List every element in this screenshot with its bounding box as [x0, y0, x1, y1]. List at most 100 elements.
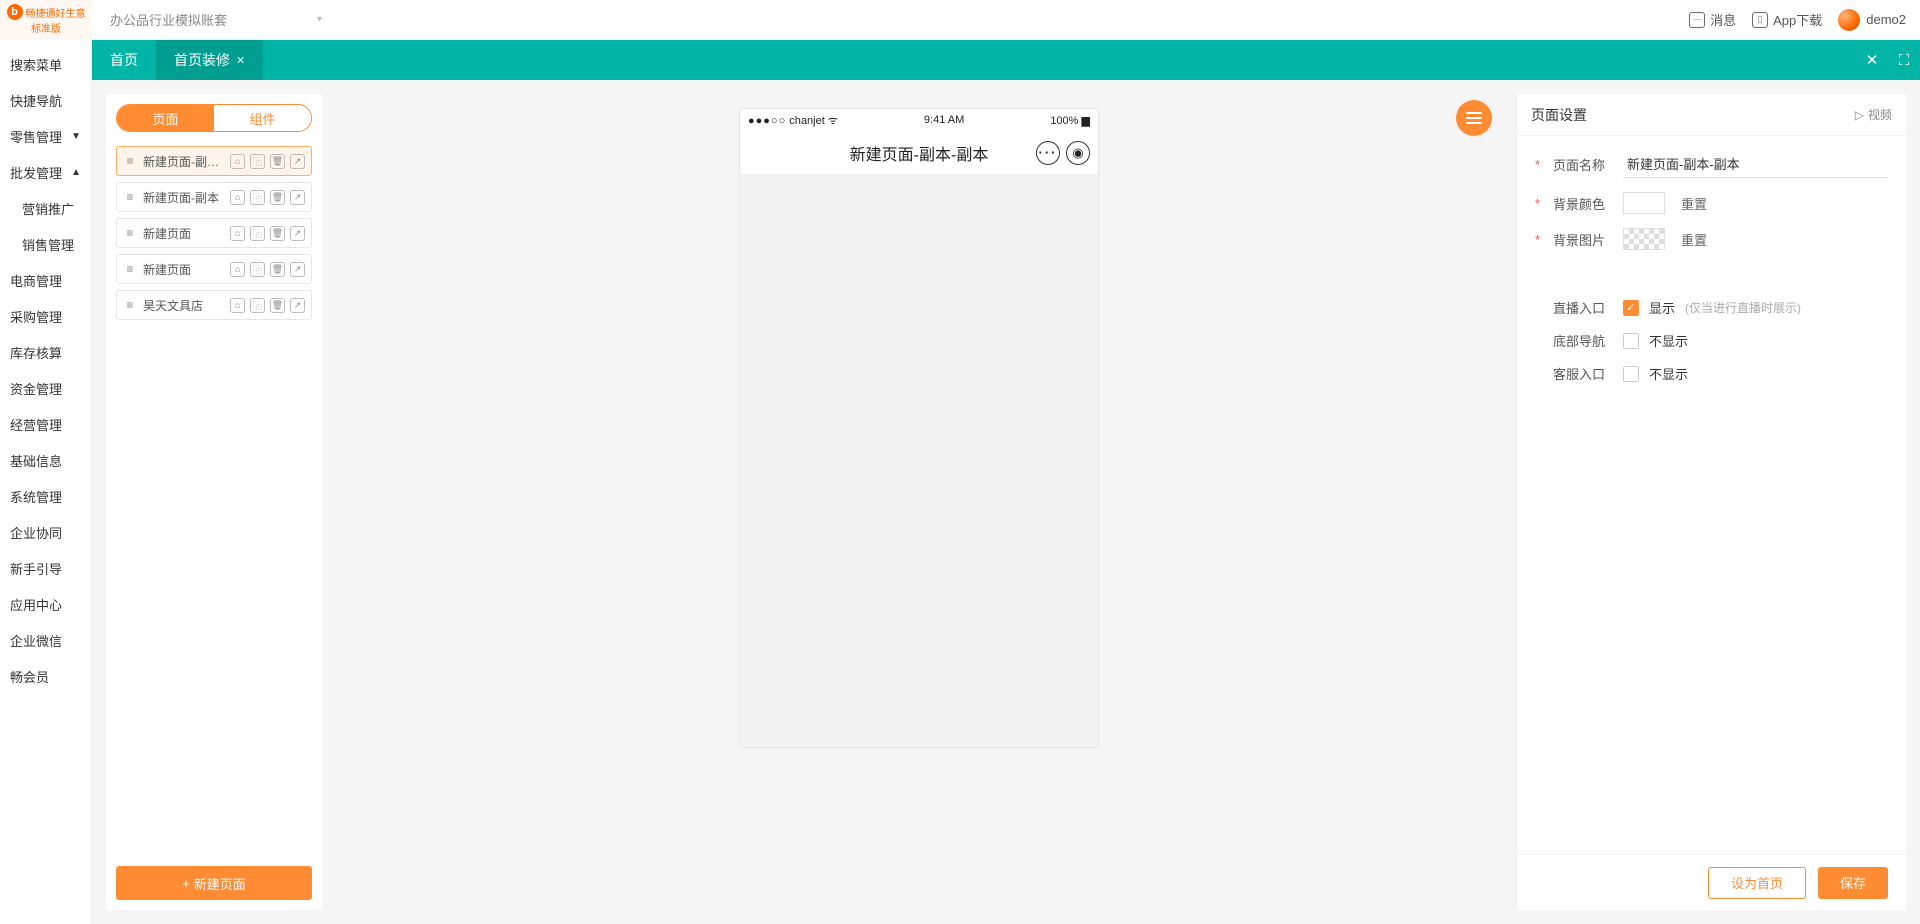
- sidebar-item-wholesale[interactable]: 批发管理▲: [0, 154, 91, 190]
- delete-icon[interactable]: 🗑: [270, 262, 285, 277]
- page-row[interactable]: ≡ 昊天文具店 ⌂⿻🗑↗: [116, 290, 312, 320]
- set-home-button[interactable]: 设为首页: [1708, 867, 1806, 899]
- tab-close-all-icon[interactable]: ✕: [1856, 40, 1888, 80]
- new-page-button[interactable]: + 新建页面: [116, 866, 312, 900]
- field-bg-color: * 背景颜色 重置: [1535, 192, 1888, 214]
- copy-icon[interactable]: ⿻: [250, 154, 265, 169]
- chevron-down-icon: ▾: [317, 14, 322, 25]
- settings-footer: 设为首页 保存: [1517, 854, 1906, 910]
- share-icon[interactable]: ↗: [290, 154, 305, 169]
- settings-header: 页面设置 ▷ 视频: [1517, 94, 1906, 136]
- user-name: demo2: [1866, 12, 1906, 27]
- bg-image-swatch[interactable]: [1623, 228, 1665, 250]
- close-tab-icon[interactable]: ✕: [236, 54, 245, 67]
- copy-icon[interactable]: ⿻: [250, 226, 265, 241]
- segment-component[interactable]: 组件: [214, 105, 311, 131]
- messages-link[interactable]: ⋯ 消息: [1689, 10, 1736, 29]
- video-help-link[interactable]: ▷ 视频: [1855, 106, 1892, 123]
- sidebar-item-purchase[interactable]: 采购管理: [0, 298, 91, 334]
- top-bar: b 畅捷通好生意 标准版 办公品行业模拟账套 ▾ ⋯ 消息 ▯ App下载 de…: [0, 0, 1920, 40]
- bg-image-reset[interactable]: 重置: [1681, 230, 1707, 249]
- copy-icon[interactable]: ⿻: [250, 262, 265, 277]
- tab-fullscreen-icon[interactable]: ⛶: [1888, 40, 1920, 80]
- support-label: 客服入口: [1553, 364, 1613, 383]
- page-name-input[interactable]: [1623, 150, 1888, 178]
- list-icon: ≡: [123, 190, 137, 204]
- live-show-text: 显示: [1649, 298, 1675, 317]
- delete-icon[interactable]: 🗑: [270, 154, 285, 169]
- sidebar-item-coop[interactable]: 企业协同: [0, 514, 91, 550]
- sidebar-item-ecom[interactable]: 电商管理: [0, 262, 91, 298]
- segment-control: 页面 组件: [116, 104, 312, 132]
- delete-icon[interactable]: 🗑: [270, 298, 285, 313]
- tab-decorate[interactable]: 首页装修 ✕: [156, 40, 263, 80]
- sidebar-item-stock[interactable]: 库存核算: [0, 334, 91, 370]
- app-download-link[interactable]: ▯ App下载: [1752, 10, 1822, 29]
- page-name: 新建页面-副本: [143, 189, 224, 206]
- sidebar-item-retail[interactable]: 零售管理▼: [0, 118, 91, 154]
- support-checkbox[interactable]: [1623, 366, 1639, 382]
- avatar: [1838, 9, 1860, 31]
- sidebar-sub-sales[interactable]: 销售管理: [0, 226, 91, 262]
- sidebar-item-basic[interactable]: 基础信息: [0, 442, 91, 478]
- sidebar-item-fund[interactable]: 资金管理: [0, 370, 91, 406]
- save-button[interactable]: 保存: [1818, 867, 1888, 899]
- sidebar-item-operation[interactable]: 经营管理: [0, 406, 91, 442]
- sidebar-item-newhand[interactable]: 新手引导: [0, 550, 91, 586]
- home-icon[interactable]: ⌂: [230, 298, 245, 313]
- home-icon[interactable]: ⌂: [230, 262, 245, 277]
- bg-color-reset[interactable]: 重置: [1681, 194, 1707, 213]
- wifi-icon: ᯤ: [828, 115, 838, 127]
- page-name: 新建页面: [143, 261, 224, 278]
- account-selector[interactable]: 办公品行业模拟账套 ▾: [110, 10, 322, 29]
- page-name: 昊天文具店: [143, 297, 224, 314]
- share-icon[interactable]: ↗: [290, 226, 305, 241]
- delete-icon[interactable]: 🗑: [270, 190, 285, 205]
- bg-color-label: 背景颜色: [1553, 194, 1613, 213]
- sidebar-item-wechat[interactable]: 企业微信: [0, 622, 91, 658]
- sidebar-item-search[interactable]: 搜索菜单: [0, 46, 91, 82]
- sidebar-sub-marketing[interactable]: 营销推广: [0, 190, 91, 226]
- copy-icon[interactable]: ⿻: [250, 190, 265, 205]
- page-name: 新建页面-副本...: [143, 153, 224, 170]
- page-row[interactable]: ≡ 新建页面-副本 ⌂ ⿻ 🗑 ↗: [116, 182, 312, 212]
- logo-brand: 畅捷通好生意: [26, 5, 86, 20]
- home-icon[interactable]: ⌂: [230, 226, 245, 241]
- logo: b 畅捷通好生意 标准版: [0, 0, 92, 40]
- list-icon: ≡: [123, 226, 137, 240]
- tab-home[interactable]: 首页: [92, 40, 156, 80]
- home-icon[interactable]: ⌂: [230, 154, 245, 169]
- page-row[interactable]: ≡ 新建页面 ⌂⿻🗑↗: [116, 254, 312, 284]
- bg-color-swatch[interactable]: [1623, 192, 1665, 214]
- phone-preview: ●●●○○ chanjet ᯤ 9:41 AM 100% ▆ 新建页面-副本-副…: [739, 108, 1099, 748]
- live-hint: (仅当进行直播时展示): [1685, 299, 1801, 316]
- live-checkbox[interactable]: ✓: [1623, 300, 1639, 316]
- phone-target-icon[interactable]: ◉: [1066, 141, 1090, 165]
- bottom-nav-checkbox[interactable]: [1623, 333, 1639, 349]
- sidebar-item-chmember[interactable]: 畅会员: [0, 658, 91, 694]
- sidebar-item-quick[interactable]: 快捷导航: [0, 82, 91, 118]
- required-mark: *: [1535, 232, 1543, 247]
- page-row[interactable]: ≡ 新建页面 ⌂⿻🗑↗: [116, 218, 312, 248]
- share-icon[interactable]: ↗: [290, 190, 305, 205]
- copy-icon[interactable]: ⿻: [250, 298, 265, 313]
- home-icon[interactable]: ⌂: [230, 190, 245, 205]
- required-mark: *: [1535, 196, 1543, 211]
- page-row[interactable]: ≡ 新建页面-副本... ⌂ ⿻ 🗑 ↗: [116, 146, 312, 176]
- expand-panel-button[interactable]: [1456, 100, 1492, 136]
- phone-body[interactable]: [740, 175, 1098, 748]
- tab-bar: 首页 首页装修 ✕ ✕ ⛶: [92, 40, 1920, 80]
- segment-page[interactable]: 页面: [117, 105, 214, 131]
- play-icon: ▷: [1855, 108, 1864, 122]
- user-menu[interactable]: demo2: [1838, 9, 1906, 31]
- field-live-entry: 直播入口 ✓ 显示 (仅当进行直播时展示): [1535, 298, 1888, 317]
- sidebar-item-system[interactable]: 系统管理: [0, 478, 91, 514]
- share-icon[interactable]: ↗: [290, 298, 305, 313]
- sidebar-item-appcenter[interactable]: 应用中心: [0, 586, 91, 622]
- logo-icon: b: [7, 4, 23, 20]
- message-icon: ⋯: [1689, 12, 1705, 28]
- phone-menu-icon[interactable]: ···: [1036, 141, 1060, 165]
- sidebar: 搜索菜单 快捷导航 零售管理▼ 批发管理▲ 营销推广 销售管理 电商管理 采购管…: [0, 40, 92, 924]
- delete-icon[interactable]: 🗑: [270, 226, 285, 241]
- share-icon[interactable]: ↗: [290, 262, 305, 277]
